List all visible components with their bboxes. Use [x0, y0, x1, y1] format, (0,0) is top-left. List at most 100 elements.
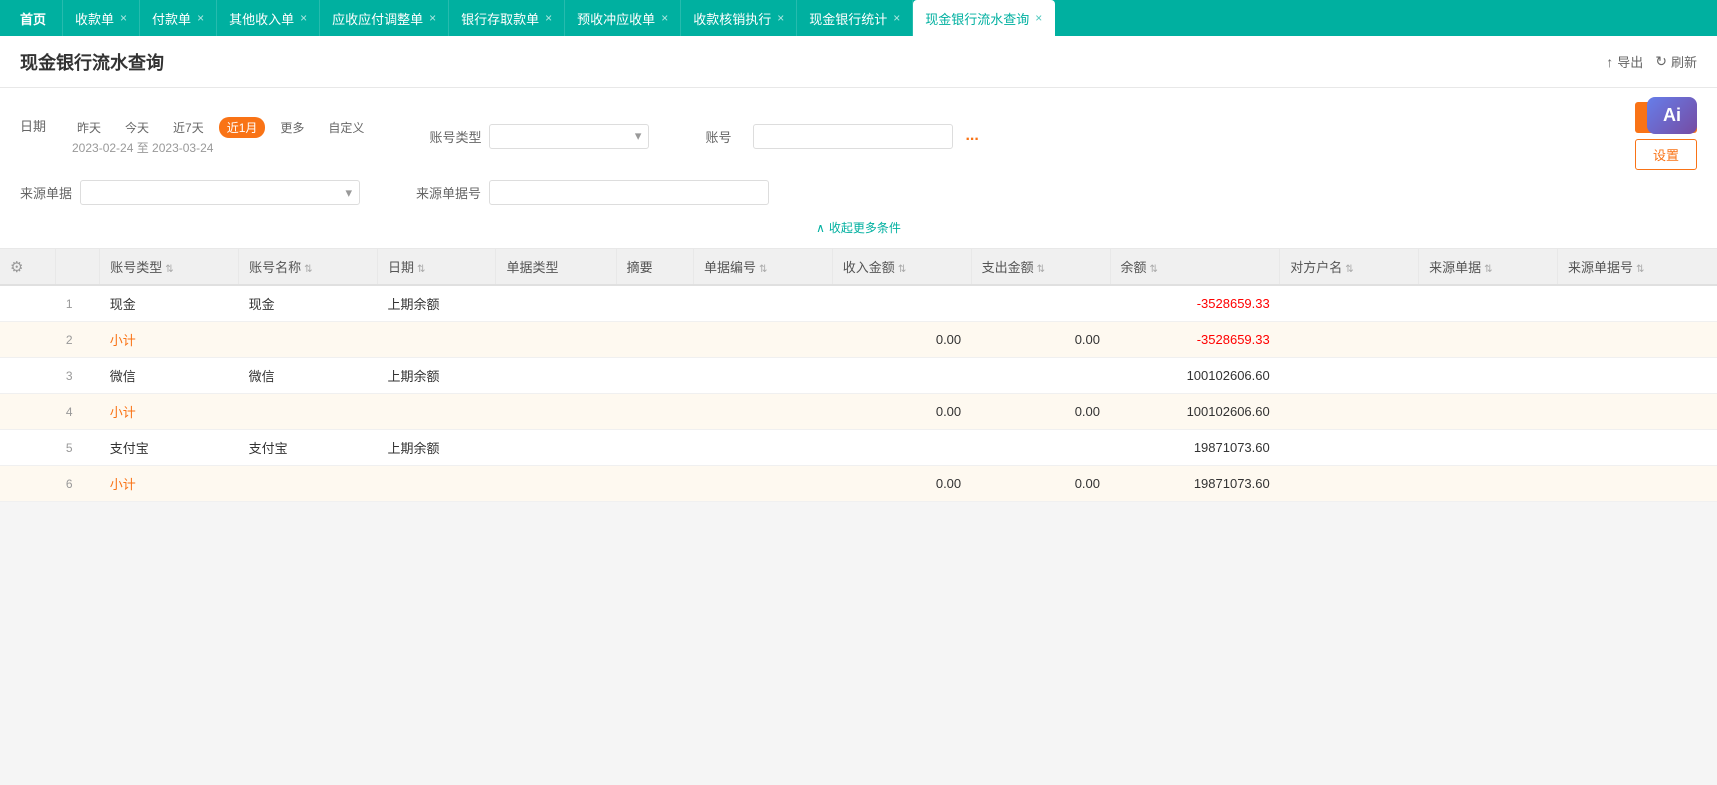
tab-close-icon[interactable]: × — [661, 11, 668, 25]
source-doc-num-label: 来源单据号 — [416, 183, 481, 202]
col-header-counterparty[interactable]: 对方户名⇅ — [1280, 249, 1419, 285]
account-type-select-wrap: 现金 微信 支付宝 — [489, 124, 649, 149]
cell-doc_type — [496, 466, 616, 502]
source-doc-num-input[interactable] — [489, 180, 769, 205]
col-header-summary: 摘要 — [616, 249, 693, 285]
account-type-filter: 账号类型 现金 微信 支付宝 — [429, 124, 649, 149]
cell-account_type: 小计 — [100, 322, 239, 358]
refresh-button[interactable]: ↻ 刷新 — [1655, 52, 1697, 71]
cell-source_doc — [1419, 322, 1558, 358]
source-doc-select[interactable] — [80, 180, 360, 205]
cell-account_name: 现金 — [239, 285, 378, 322]
cell-expense — [971, 358, 1110, 394]
cell-account_name: 微信 — [239, 358, 378, 394]
cell-gear — [0, 285, 56, 322]
col-header-balance[interactable]: 余额⇅ — [1110, 249, 1280, 285]
nav-tab[interactable]: 预收冲应收单× — [565, 0, 681, 36]
sort-icon: ⇅ — [759, 264, 767, 275]
cell-expense: 0.00 — [971, 394, 1110, 430]
cell-date — [377, 322, 495, 358]
cell-balance: -3528659.33 — [1110, 285, 1280, 322]
account-type-select[interactable]: 现金 微信 支付宝 — [489, 124, 649, 149]
cell-income: 0.00 — [832, 322, 971, 358]
nav-tab[interactable]: 其他收入单× — [217, 0, 320, 36]
col-header-account_type[interactable]: 账号类型⇅ — [100, 249, 239, 285]
collapse-bar[interactable]: ∧ 收起更多条件 — [20, 215, 1697, 238]
table-row: 2小计0.000.00-3528659.33 — [0, 322, 1717, 358]
date-shortcut-more[interactable]: 更多 — [271, 116, 313, 139]
col-header-source_doc[interactable]: 来源单据⇅ — [1419, 249, 1558, 285]
tab-close-icon[interactable]: × — [197, 11, 204, 25]
nav-tab[interactable]: 银行存取款单× — [449, 0, 565, 36]
date-shortcut-7days[interactable]: 近7天 — [164, 116, 213, 139]
table-body: 1现金现金上期余额-3528659.332小计0.000.00-3528659.… — [0, 285, 1717, 502]
cell-account_name — [239, 322, 378, 358]
cell-doc_num — [693, 358, 832, 394]
cell-counterparty — [1280, 466, 1419, 502]
tab-close-icon[interactable]: × — [893, 11, 900, 25]
cell-source_doc — [1419, 430, 1558, 466]
nav-tab[interactable]: 付款单× — [140, 0, 217, 36]
tab-close-icon[interactable]: × — [545, 11, 552, 25]
col-header-date[interactable]: 日期⇅ — [377, 249, 495, 285]
col-header-source_doc_num[interactable]: 来源单据号⇅ — [1557, 249, 1717, 285]
cell-num: 3 — [56, 358, 100, 394]
nav-tab[interactable]: 应收应付调整单× — [320, 0, 449, 36]
col-header-account_name[interactable]: 账号名称⇅ — [239, 249, 378, 285]
col-header-expense[interactable]: 支出金额⇅ — [971, 249, 1110, 285]
cell-income — [832, 358, 971, 394]
col-header-num — [56, 249, 100, 285]
nav-tab[interactable]: 收款核销执行× — [681, 0, 797, 36]
col-header-doc_num[interactable]: 单据编号⇅ — [693, 249, 832, 285]
export-button[interactable]: ↑ 导出 — [1606, 52, 1643, 71]
cell-date — [377, 394, 495, 430]
col-header-income[interactable]: 收入金额⇅ — [832, 249, 971, 285]
cell-account_type: 微信 — [100, 358, 239, 394]
source-doc-filter: 来源单据 — [20, 180, 360, 205]
nav-tab[interactable]: 收款单× — [63, 0, 140, 36]
col-header-gear: ⚙ — [0, 249, 56, 285]
date-shortcut-today[interactable]: 今天 — [116, 116, 158, 139]
cell-source_doc_num — [1557, 285, 1717, 322]
tab-close-icon[interactable]: × — [429, 11, 436, 25]
sort-icon: ⇅ — [898, 264, 906, 275]
cell-summary — [616, 285, 693, 322]
cell-source_doc — [1419, 358, 1558, 394]
cell-gear — [0, 358, 56, 394]
settings-button[interactable]: 设置 — [1635, 139, 1697, 170]
table-area: ⚙账号类型⇅账号名称⇅日期⇅单据类型摘要单据编号⇅收入金额⇅支出金额⇅余额⇅对方… — [0, 249, 1717, 502]
cell-account_type: 现金 — [100, 285, 239, 322]
tab-close-icon[interactable]: × — [300, 11, 307, 25]
cell-doc_type — [496, 358, 616, 394]
ai-badge[interactable]: Ai — [1647, 97, 1697, 134]
cell-source_doc — [1419, 285, 1558, 322]
cell-balance: 100102606.60 — [1110, 358, 1280, 394]
cell-num: 5 — [56, 430, 100, 466]
date-shortcut-yesterday[interactable]: 昨天 — [68, 116, 110, 139]
nav-tab[interactable]: 现金银行流水查询× — [913, 0, 1055, 36]
cell-summary — [616, 430, 693, 466]
tab-close-icon[interactable]: × — [1035, 11, 1042, 25]
date-shortcut-1month[interactable]: 近1月 — [219, 117, 266, 138]
cell-num: 6 — [56, 466, 100, 502]
cell-gear — [0, 394, 56, 430]
gear-icon[interactable]: ⚙ — [10, 259, 23, 276]
cell-date — [377, 466, 495, 502]
tab-close-icon[interactable]: × — [777, 11, 784, 25]
cell-doc_num — [693, 466, 832, 502]
cell-account_name — [239, 394, 378, 430]
account-input[interactable] — [753, 124, 953, 149]
cell-counterparty — [1280, 285, 1419, 322]
table-row: 3微信微信上期余额100102606.60 — [0, 358, 1717, 394]
cell-balance: -3528659.33 — [1110, 322, 1280, 358]
nav-home[interactable]: 首页 — [4, 0, 63, 36]
filter-row-1: 日期 昨天今天近7天近1月更多自定义 2023-02-24 至 2023-03-… — [20, 102, 1697, 170]
account-more-button[interactable]: ... — [961, 127, 982, 145]
nav-tab[interactable]: 现金银行统计× — [797, 0, 913, 36]
tab-close-icon[interactable]: × — [120, 11, 127, 25]
cell-counterparty — [1280, 322, 1419, 358]
date-shortcut-custom[interactable]: 自定义 — [319, 116, 373, 139]
cell-doc_num — [693, 394, 832, 430]
page-title: 现金银行流水查询 — [20, 49, 164, 75]
cell-source_doc_num — [1557, 394, 1717, 430]
